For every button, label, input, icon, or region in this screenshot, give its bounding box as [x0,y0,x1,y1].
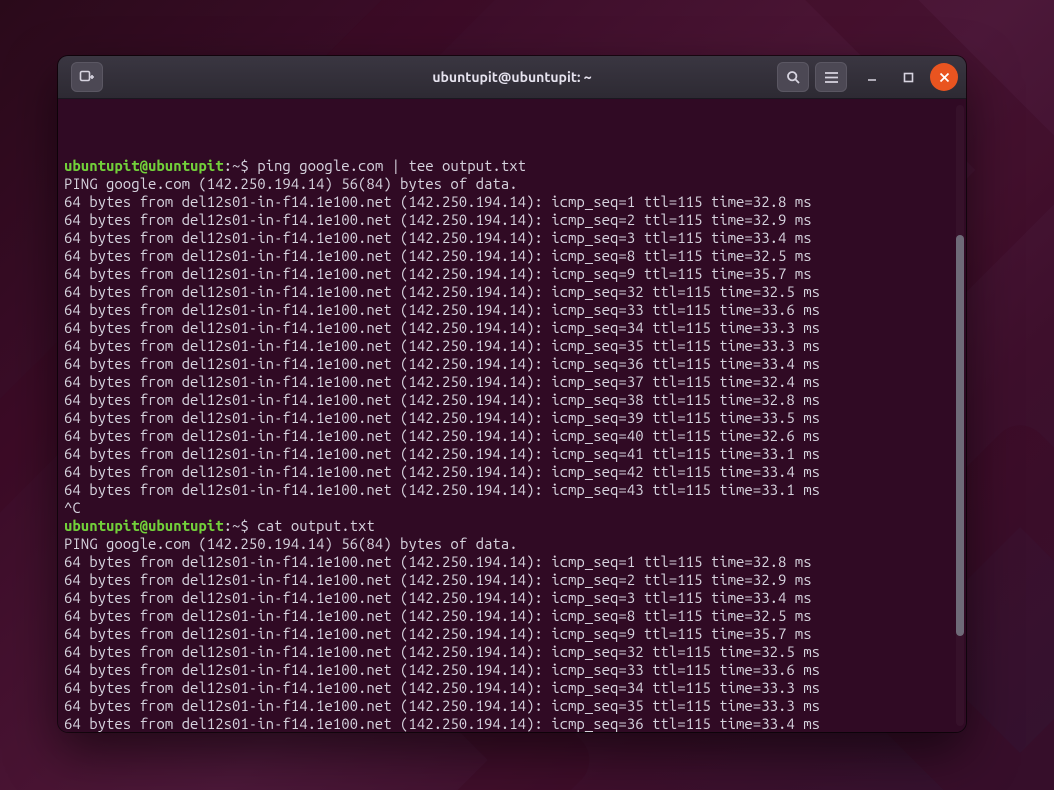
terminal-line: 64 bytes from del12s01-in-f14.1e100.net … [64,355,960,373]
terminal-line: 64 bytes from del12s01-in-f14.1e100.net … [64,571,960,589]
terminal-output[interactable]: ubuntupit@ubuntupit:~$ ping google.com |… [58,99,966,732]
terminal-line: PING google.com (142.250.194.14) 56(84) … [64,175,960,193]
terminal-line: 64 bytes from del12s01-in-f14.1e100.net … [64,301,960,319]
terminal-line: 64 bytes from del12s01-in-f14.1e100.net … [64,643,960,661]
minimize-button[interactable] [858,63,886,91]
terminal-line: 64 bytes from del12s01-in-f14.1e100.net … [64,625,960,643]
terminal-line: 64 bytes from del12s01-in-f14.1e100.net … [64,211,960,229]
menu-button[interactable] [815,62,847,92]
titlebar: ubuntupit@ubuntupit: ~ [58,56,966,99]
terminal-line: PING google.com (142.250.194.14) 56(84) … [64,535,960,553]
terminal-line: 64 bytes from del12s01-in-f14.1e100.net … [64,679,960,697]
scrollbar[interactable] [956,105,964,726]
terminal-line: 64 bytes from del12s01-in-f14.1e100.net … [64,337,960,355]
search-button[interactable] [777,62,809,92]
terminal-line: 64 bytes from del12s01-in-f14.1e100.net … [64,589,960,607]
menu-icon [824,71,839,84]
terminal-line: 64 bytes from del12s01-in-f14.1e100.net … [64,409,960,427]
terminal-line: 64 bytes from del12s01-in-f14.1e100.net … [64,697,960,715]
terminal-line: ubuntupit@ubuntupit:~$ ping google.com |… [64,157,960,175]
terminal-line: 64 bytes from del12s01-in-f14.1e100.net … [64,553,960,571]
terminal-line: 64 bytes from del12s01-in-f14.1e100.net … [64,463,960,481]
maximize-icon [903,72,914,83]
terminal-line: ubuntupit@ubuntupit:~$ cat output.txt [64,517,960,535]
new-tab-button[interactable] [71,62,103,92]
close-button[interactable] [930,63,958,91]
terminal-line: 64 bytes from del12s01-in-f14.1e100.net … [64,607,960,625]
terminal-line: 64 bytes from del12s01-in-f14.1e100.net … [64,481,960,499]
terminal-line: 64 bytes from del12s01-in-f14.1e100.net … [64,391,960,409]
close-icon [939,72,950,83]
terminal-line: 64 bytes from del12s01-in-f14.1e100.net … [64,283,960,301]
terminal-window: ubuntupit@ubuntupit: ~ [58,56,966,732]
terminal-line: 64 bytes from del12s01-in-f14.1e100.net … [64,715,960,732]
minimize-icon [866,71,878,83]
scrollbar-thumb[interactable] [956,235,964,636]
search-icon [786,70,801,85]
terminal-line: ^C [64,499,960,517]
terminal-line: 64 bytes from del12s01-in-f14.1e100.net … [64,193,960,211]
terminal-line: 64 bytes from del12s01-in-f14.1e100.net … [64,265,960,283]
terminal-line: 64 bytes from del12s01-in-f14.1e100.net … [64,319,960,337]
terminal-line: 64 bytes from del12s01-in-f14.1e100.net … [64,427,960,445]
new-tab-icon [79,70,95,84]
terminal-line: 64 bytes from del12s01-in-f14.1e100.net … [64,373,960,391]
terminal-line: 64 bytes from del12s01-in-f14.1e100.net … [64,247,960,265]
terminal-line: 64 bytes from del12s01-in-f14.1e100.net … [64,229,960,247]
maximize-button[interactable] [894,63,922,91]
terminal-line: 64 bytes from del12s01-in-f14.1e100.net … [64,445,960,463]
terminal-line: 64 bytes from del12s01-in-f14.1e100.net … [64,661,960,679]
